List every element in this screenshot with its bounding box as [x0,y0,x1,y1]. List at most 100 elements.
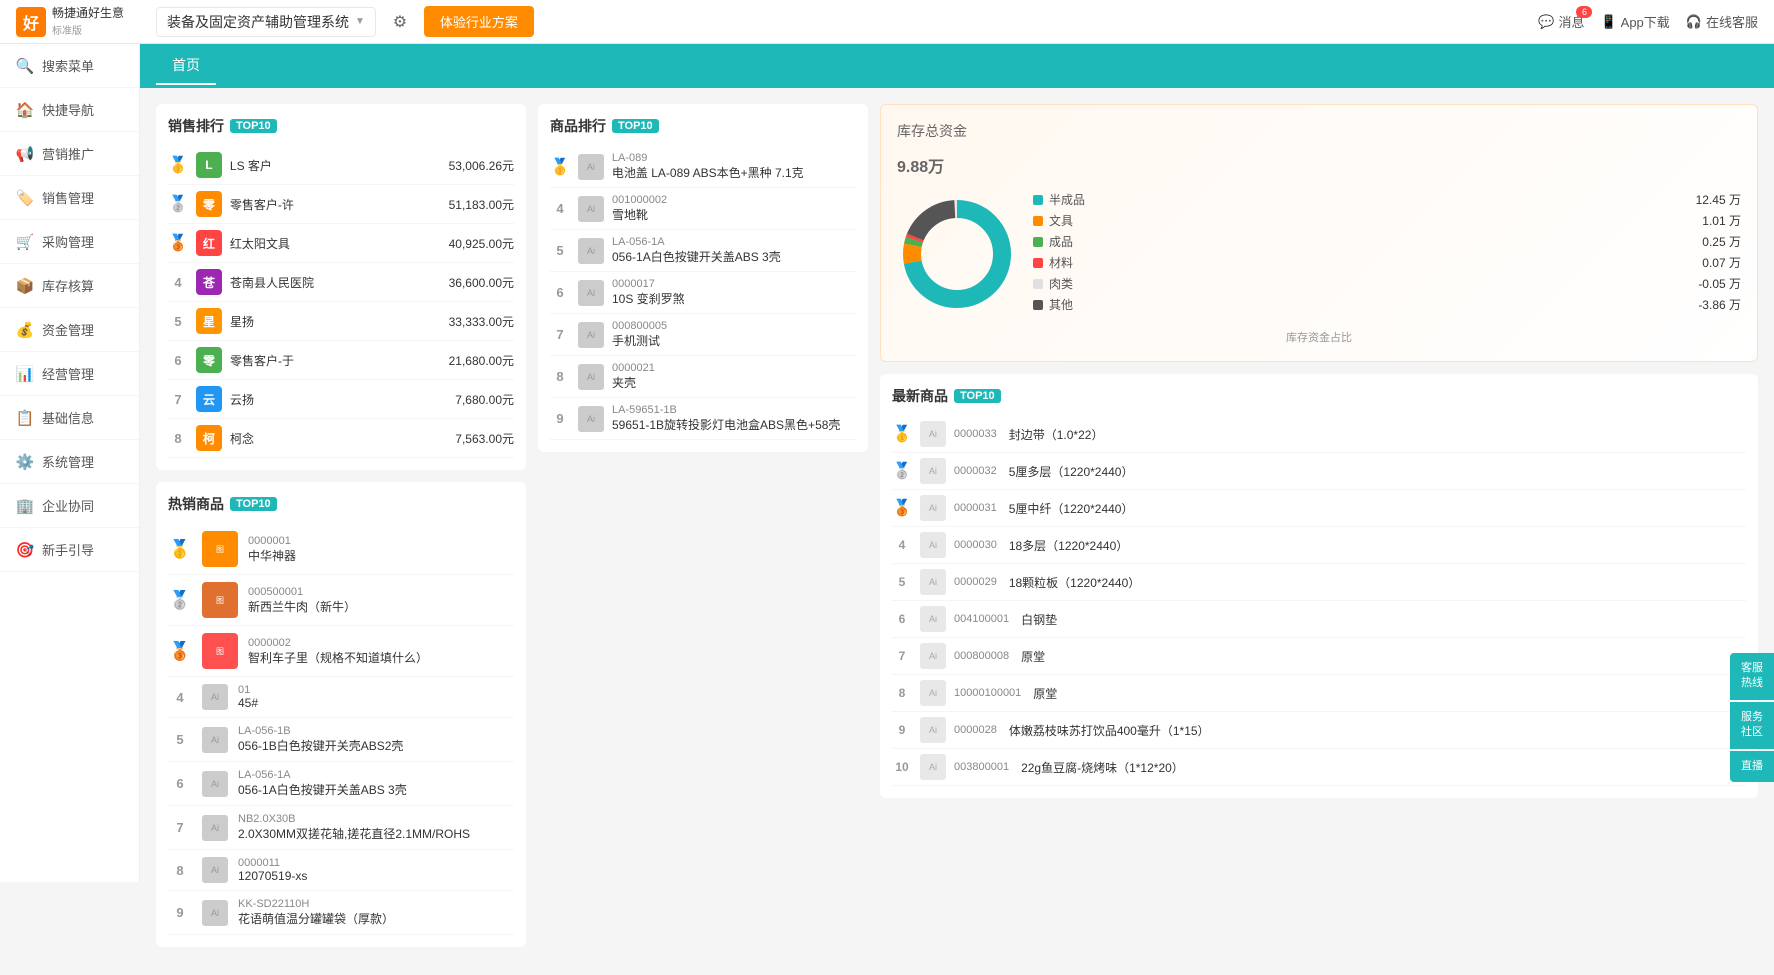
hot-product-thumb: 图 [202,582,238,618]
rank-amount: 21,680.00元 [449,352,514,369]
product-name: 电池盖 LA-089 ABS本色+黑种 7.1克 [612,164,856,181]
logo-area: 好 畅捷通好生意 标准版 [16,6,156,37]
legend-value: 0.25 万 [1702,233,1741,250]
product-code: 0000021 [612,362,856,374]
hot-product-info: LA-056-1B 056-1B白色按键开关壳ABS2壳 [238,725,403,754]
hot-product-info: 0000011 12070519-xs [238,857,307,883]
hot-product-code: 000500001 [248,586,356,598]
live-stream-button[interactable]: 直播 [1730,751,1774,782]
np-medal: 🥉 [892,498,912,518]
hot-rank-num: 7 [168,820,192,835]
rank-amount: 40,925.00元 [449,235,514,252]
hot-product-code: 0000001 [248,535,296,547]
product-rank-title-text: 商品排行 [550,116,606,136]
product-thumb: Ai [578,280,604,306]
hot-product-thumb-gray: Ai [202,900,228,926]
sidebar-item-finance[interactable]: 💰 资金管理 [0,308,139,352]
product-name: 056-1A白色按键开关盖ABS 3壳 [612,248,856,265]
product-name: 手机测试 [612,332,856,349]
trial-button[interactable]: 体验行业方案 [424,6,534,37]
legend-label: 其他 [1049,296,1692,313]
hot-product-info: 01 45# [238,684,258,710]
sidebar-item-purchase[interactable]: 🛒 采购管理 [0,220,139,264]
rank-amount: 7,563.00元 [455,430,514,447]
sidebar-item-quick-nav[interactable]: 🏠 快捷导航 [0,88,139,132]
sidebar-label-inventory: 库存核算 [42,276,94,295]
hot-product-name: 45# [238,696,258,710]
sidebar-item-inventory[interactable]: 📦 库存核算 [0,264,139,308]
app-download-item[interactable]: 📱 App下载 [1600,12,1669,31]
hot-product-name: 2.0X30MM双搓花轴,搓花直径2.1MM/ROHS [238,825,470,842]
system-selector[interactable]: 装备及固定资产辅助管理系统 ▼ [156,7,376,37]
rank-customer-name: 苍南县人民医院 [230,274,441,291]
sidebar-item-enterprise[interactable]: 🏢 企业协同 [0,484,139,528]
product-info: 0000021 夹壳 [612,362,856,391]
product-thumb: Ai [578,238,604,264]
hot-item: 6 Ai LA-056-1A 056-1A白色按键开关盖ABS 3壳 [168,762,514,806]
donut-chart [897,194,1017,314]
hot-product-info: 0000001 中华神器 [248,535,296,564]
np-name: 18颗粒板（1220*2440） [1009,574,1746,591]
np-code: 0000028 [954,724,997,736]
rank-customer-name: LS 客户 [230,157,441,174]
rank-avatar: 星 [196,308,222,334]
rank-customer-name: 柯念 [230,430,447,447]
sidebar-item-sales[interactable]: 🏷️ 销售管理 [0,176,139,220]
customer-service-button[interactable]: 客服热线 [1730,653,1774,700]
product-code: 001000002 [612,194,856,206]
rank-item: 5 星 星扬 33,333.00元 [168,302,514,341]
legend-label: 材料 [1049,254,1696,271]
hot-product-name: 12070519-xs [238,869,307,883]
inventory-summary-card: 库存总资金 9.88万 [880,104,1758,362]
search-icon: 🔍 [16,57,34,75]
product-info: 0000017 10S 变刹罗煞 [612,278,856,307]
service-community-button[interactable]: 服务社区 [1730,702,1774,749]
hot-item: 🥇 图 0000001 中华神器 [168,524,514,575]
basic-icon: 📋 [16,409,34,427]
np-thumb: Ai [920,680,946,706]
top10-badge-hot: TOP10 [230,497,277,511]
legend-item-finished: 成品 0.25 万 [1033,233,1741,250]
hot-products-card: 热销商品 TOP10 🥇 图 0000001 中华神器 🥈 图 0 [156,482,526,947]
product-medal-icon: 🥇 [550,157,570,177]
np-name: 5厘多层（1220*2440） [1009,463,1746,480]
hot-item: 7 Ai NB2.0X30B 2.0X30MM双搓花轴,搓花直径2.1MM/RO… [168,806,514,850]
rank-avatar: 苍 [196,269,222,295]
legend-dot [1033,237,1043,247]
tab-home[interactable]: 首页 [156,47,216,85]
right-column: 库存总资金 9.88万 [880,104,1758,959]
hot-product-name: 中华神器 [248,547,296,564]
product-thumb: Ai [578,322,604,348]
legend-value: 12.45 万 [1696,191,1741,208]
notification-item[interactable]: 💬 消息 6 [1538,12,1584,31]
sidebar-item-marketing[interactable]: 📢 营销推广 [0,132,139,176]
np-thumb: Ai [920,606,946,632]
sidebar-item-basic[interactable]: 📋 基础信息 [0,396,139,440]
np-item: 🥉 Ai 0000031 5厘中纤（1220*2440） [892,490,1746,527]
sidebar-item-search[interactable]: 🔍 搜索菜单 [0,44,139,88]
hot-product-name: 花语萌值温分罐罐袋（厚款） [238,910,394,927]
hot-rank-num: 5 [168,732,192,747]
product-thumb: Ai [578,406,604,432]
hot-product-name: 056-1A白色按键开关盖ABS 3壳 [238,781,407,798]
rank-avatar: 零 [196,347,222,373]
rank-customer-name: 红太阳文具 [230,235,441,252]
hot-medal-icon: 🥉 [168,641,192,662]
sidebar-item-system[interactable]: ⚙️ 系统管理 [0,440,139,484]
legend-value: 1.01 万 [1702,212,1741,229]
np-code: 000800008 [954,650,1009,662]
online-service-item[interactable]: 🎧 在线客服 [1686,12,1758,31]
product-rank-item: 6 Ai 0000017 10S 变刹罗煞 [550,272,856,314]
left-column: 销售排行 TOP10 🥇 L LS 客户 53,006.26元 🥈 零 零售客户… [156,104,526,959]
hot-product-name: 056-1B白色按键开关壳ABS2壳 [238,737,403,754]
np-thumb: Ai [920,569,946,595]
np-name: 22g鱼豆腐-烧烤味（1*12*20） [1021,759,1746,776]
product-info: LA-089 电池盖 LA-089 ABS本色+黑种 7.1克 [612,152,856,181]
gear-button[interactable]: ⚙ [386,8,414,36]
sidebar-item-guide[interactable]: 🎯 新手引导 [0,528,139,572]
np-item: 🥈 Ai 0000032 5厘多层（1220*2440） [892,453,1746,490]
legend-value: -0.05 万 [1698,275,1741,292]
sidebar-item-operation[interactable]: 📊 经营管理 [0,352,139,396]
product-info: LA-056-1A 056-1A白色按键开关盖ABS 3壳 [612,236,856,265]
sidebar-label-sales: 销售管理 [42,188,94,207]
